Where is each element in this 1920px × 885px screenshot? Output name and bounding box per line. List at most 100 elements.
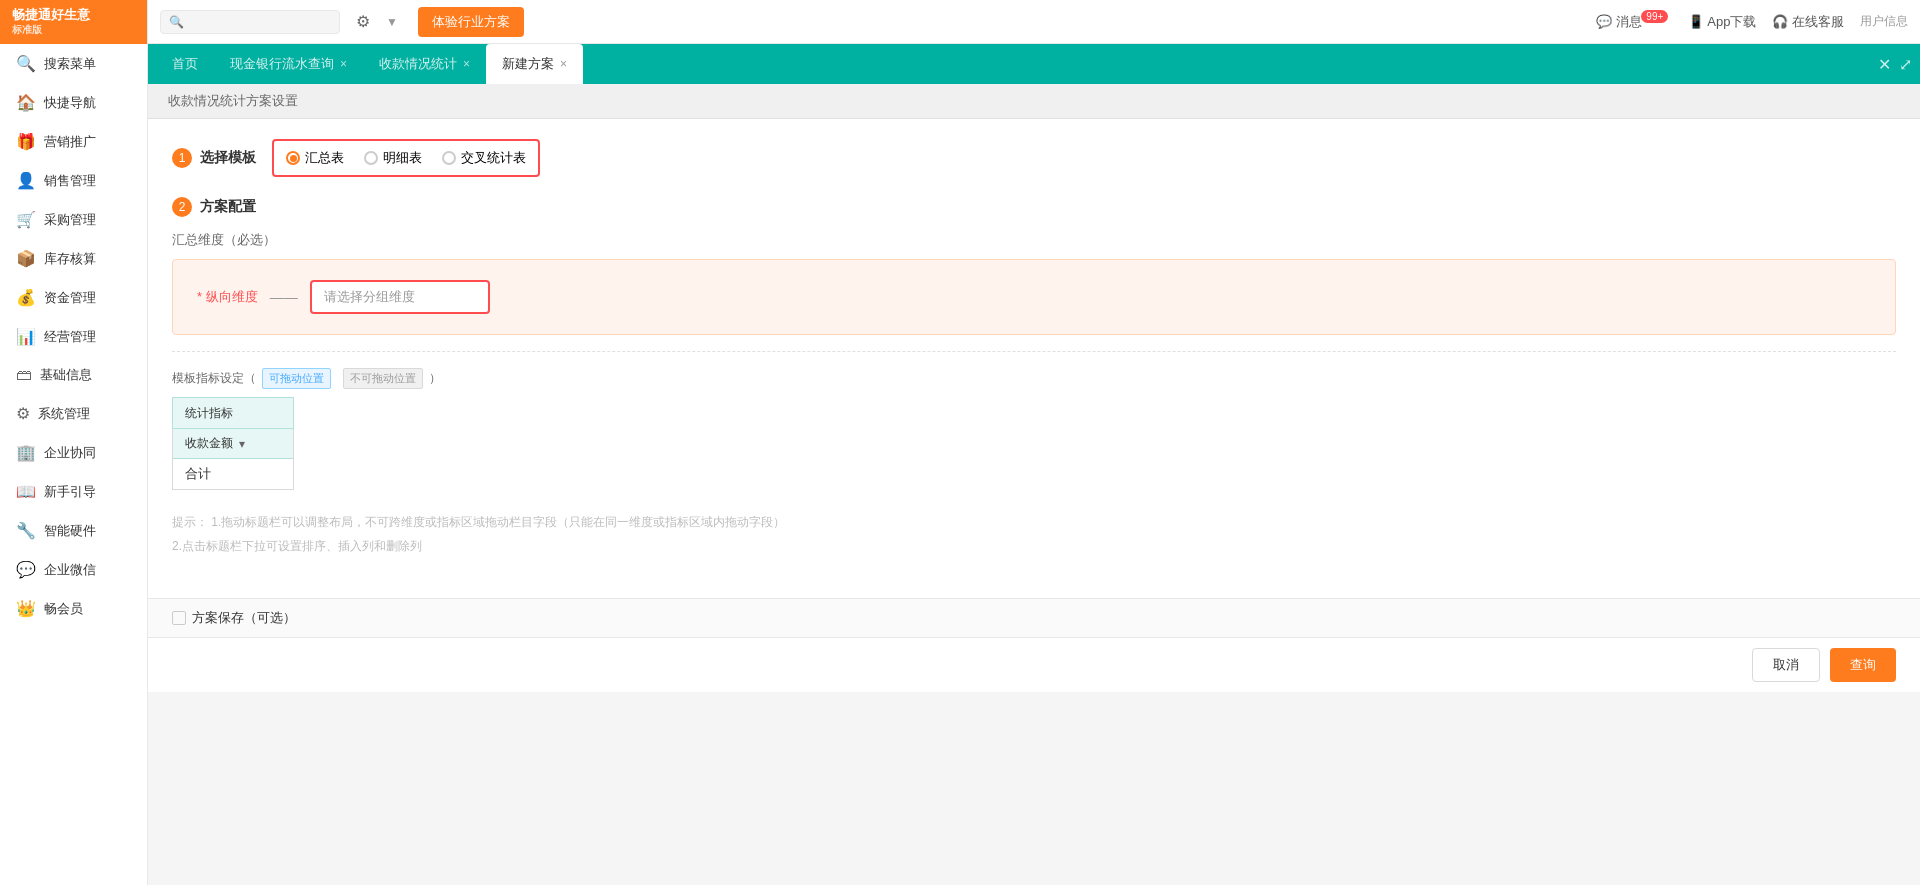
close-window-icon[interactable]: ✕ [1878, 55, 1891, 74]
sidebar-item-label: 畅会员 [44, 600, 83, 618]
sidebar-item-label: 经营管理 [44, 328, 96, 346]
sidebar-item-label: 快捷导航 [44, 94, 96, 112]
sidebar-item-system[interactable]: ⚙ 系统管理 [0, 394, 147, 433]
sidebar-item-marketing[interactable]: 🎁 营销推广 [0, 122, 147, 161]
sidebar-item-member[interactable]: 👑 畅会员 [0, 589, 147, 628]
step1-header: 1 选择模板 汇总表 明细表 交叉统计表 [172, 139, 1896, 177]
home-icon: 🏠 [16, 93, 36, 112]
notification-label: 消息 [1616, 14, 1642, 29]
download-area[interactable]: 📱 App下载 [1688, 13, 1756, 31]
person-icon: 👤 [16, 171, 36, 190]
sidebar-item-base-info[interactable]: 🗃 基础信息 [0, 356, 147, 394]
metric-col-label: 收款金额 [185, 435, 233, 452]
metrics-table: 统计指标 收款金额 ▾ 合计 [172, 397, 1896, 490]
user-info[interactable]: 用户信息 [1860, 13, 1908, 30]
query-button[interactable]: 查询 [1830, 648, 1896, 682]
tab-label: 新建方案 [502, 55, 554, 73]
dimension-row: * 纵向维度 —— 请选择分组维度 [197, 280, 1871, 314]
tab-bank-flow[interactable]: 现金银行流水查询 × [214, 44, 363, 84]
sidebar-item-label: 企业协同 [44, 444, 96, 462]
radio-circle-detail [364, 151, 378, 165]
sidebar-item-sales[interactable]: 👤 销售管理 [0, 161, 147, 200]
notification-badge: 99+ [1641, 10, 1668, 23]
sidebar-item-search-menu[interactable]: 🔍 搜索菜单 [0, 44, 147, 83]
radio-detail[interactable]: 明细表 [364, 149, 422, 167]
tab-collection-stats[interactable]: 收款情况统计 × [363, 44, 486, 84]
sidebar-item-operations[interactable]: 📊 经营管理 [0, 317, 147, 356]
sidebar-item-hardware[interactable]: 🔧 智能硬件 [0, 511, 147, 550]
download-icon: 📱 [1688, 14, 1704, 29]
service-label: 在线客服 [1792, 14, 1844, 29]
sidebar-item-label: 销售管理 [44, 172, 96, 190]
cancel-button[interactable]: 取消 [1752, 648, 1820, 682]
search-bar[interactable]: 🔍 [160, 10, 340, 34]
radio-circle-summary [286, 151, 300, 165]
building-icon: 🏢 [16, 443, 36, 462]
sidebar-item-enterprise[interactable]: 🏢 企业协同 [0, 433, 147, 472]
save-plan-option[interactable]: 方案保存（可选） [172, 609, 296, 627]
close-tab-icon[interactable]: × [560, 57, 567, 71]
vertical-dimension-label: * 纵向维度 [197, 288, 258, 306]
box-icon: 📦 [16, 249, 36, 268]
metrics-header-text: 模板指标设定（ [172, 370, 256, 387]
app-version: 标准版 [12, 23, 90, 37]
hints-section: 提示： 1.拖动标题栏可以调整布局，不可跨维度或指标区域拖动栏目字段（只能在同一… [172, 510, 1896, 558]
sidebar-item-wechat[interactable]: 💬 企业微信 [0, 550, 147, 589]
settings-gear-icon[interactable]: ⚙ [356, 12, 370, 31]
arrow-icon: —— [270, 289, 298, 305]
template-radio-group: 汇总表 明细表 交叉统计表 [272, 139, 540, 177]
money-icon: 💰 [16, 288, 36, 307]
metric-col-header[interactable]: 收款金额 ▾ [173, 429, 293, 459]
sidebar-item-inventory[interactable]: 📦 库存核算 [0, 239, 147, 278]
service-area[interactable]: 🎧 在线客服 [1772, 13, 1844, 31]
gift-icon: 🎁 [16, 132, 36, 151]
metric-row-total: 合计 [173, 459, 293, 489]
non-draggable-tag: 不可拖动位置 [343, 368, 423, 389]
dropdown-arrow-icon[interactable]: ▼ [386, 15, 398, 29]
metrics-section-header: 统计指标 [172, 397, 294, 429]
radio-summary[interactable]: 汇总表 [286, 149, 344, 167]
sidebar-item-purchase[interactable]: 🛒 采购管理 [0, 200, 147, 239]
close-tab-icon[interactable]: × [463, 57, 470, 71]
sidebar-item-label: 企业微信 [44, 561, 96, 579]
sidebar-item-guide[interactable]: 📖 新手引导 [0, 472, 147, 511]
sidebar-item-label: 智能硬件 [44, 522, 96, 540]
footer-actions: 取消 查询 [148, 637, 1920, 692]
step1-section: 1 选择模板 汇总表 明细表 交叉统计表 [172, 139, 1896, 177]
page-content: 收款情况统计方案设置 1 选择模板 汇总表 明细表 [148, 84, 1920, 885]
app-logo: 畅捷通好生意 标准版 [0, 0, 147, 44]
sidebar-item-label: 新手引导 [44, 483, 96, 501]
sidebar-item-label: 基础信息 [40, 366, 92, 384]
crown-icon: 👑 [16, 599, 36, 618]
radio-circle-cross [442, 151, 456, 165]
chat-icon: 💬 [16, 560, 36, 579]
database-icon: 🗃 [16, 366, 32, 384]
dropdown-icon: ▾ [239, 437, 245, 451]
maximize-icon[interactable]: ⤢ [1899, 55, 1912, 74]
step2-section: 2 方案配置 汇总维度（必选） * 纵向维度 —— 请选择分组维度 [172, 197, 1896, 558]
tab-label: 首页 [172, 55, 198, 73]
metrics-close-text: ） [429, 370, 441, 387]
app-name: 畅捷通好生意 [12, 7, 90, 23]
metric-row-label: 合计 [185, 466, 211, 481]
sidebar-item-finance[interactable]: 💰 资金管理 [0, 278, 147, 317]
metrics-column: 收款金额 ▾ 合计 [172, 429, 294, 490]
tab-home[interactable]: 首页 [156, 44, 214, 84]
sidebar-item-label: 搜索菜单 [44, 55, 96, 73]
trial-button[interactable]: 体验行业方案 [418, 7, 524, 37]
radio-cross[interactable]: 交叉统计表 [442, 149, 526, 167]
notification-area[interactable]: 💬 消息 99+ [1596, 13, 1672, 31]
dimension-select[interactable]: 请选择分组维度 [310, 280, 490, 314]
sidebar-item-label: 库存核算 [44, 250, 96, 268]
form-area: 1 选择模板 汇总表 明细表 交叉统计表 [148, 119, 1920, 598]
tabbar: 首页 现金银行流水查询 × 收款情况统计 × 新建方案 × ✕ ⤢ [148, 44, 1920, 84]
radio-label-cross: 交叉统计表 [461, 149, 526, 167]
save-plan-checkbox[interactable] [172, 611, 186, 625]
page-title: 收款情况统计方案设置 [168, 93, 298, 108]
sidebar: 畅捷通好生意 标准版 🔍 搜索菜单 🏠 快捷导航 🎁 营销推广 👤 销售管理 🛒… [0, 0, 148, 885]
sidebar-item-quick-nav[interactable]: 🏠 快捷导航 [0, 83, 147, 122]
close-tab-icon[interactable]: × [340, 57, 347, 71]
settings-icon: ⚙ [16, 404, 30, 423]
tab-new-plan[interactable]: 新建方案 × [486, 44, 583, 84]
draggable-tag: 可拖动位置 [262, 368, 331, 389]
